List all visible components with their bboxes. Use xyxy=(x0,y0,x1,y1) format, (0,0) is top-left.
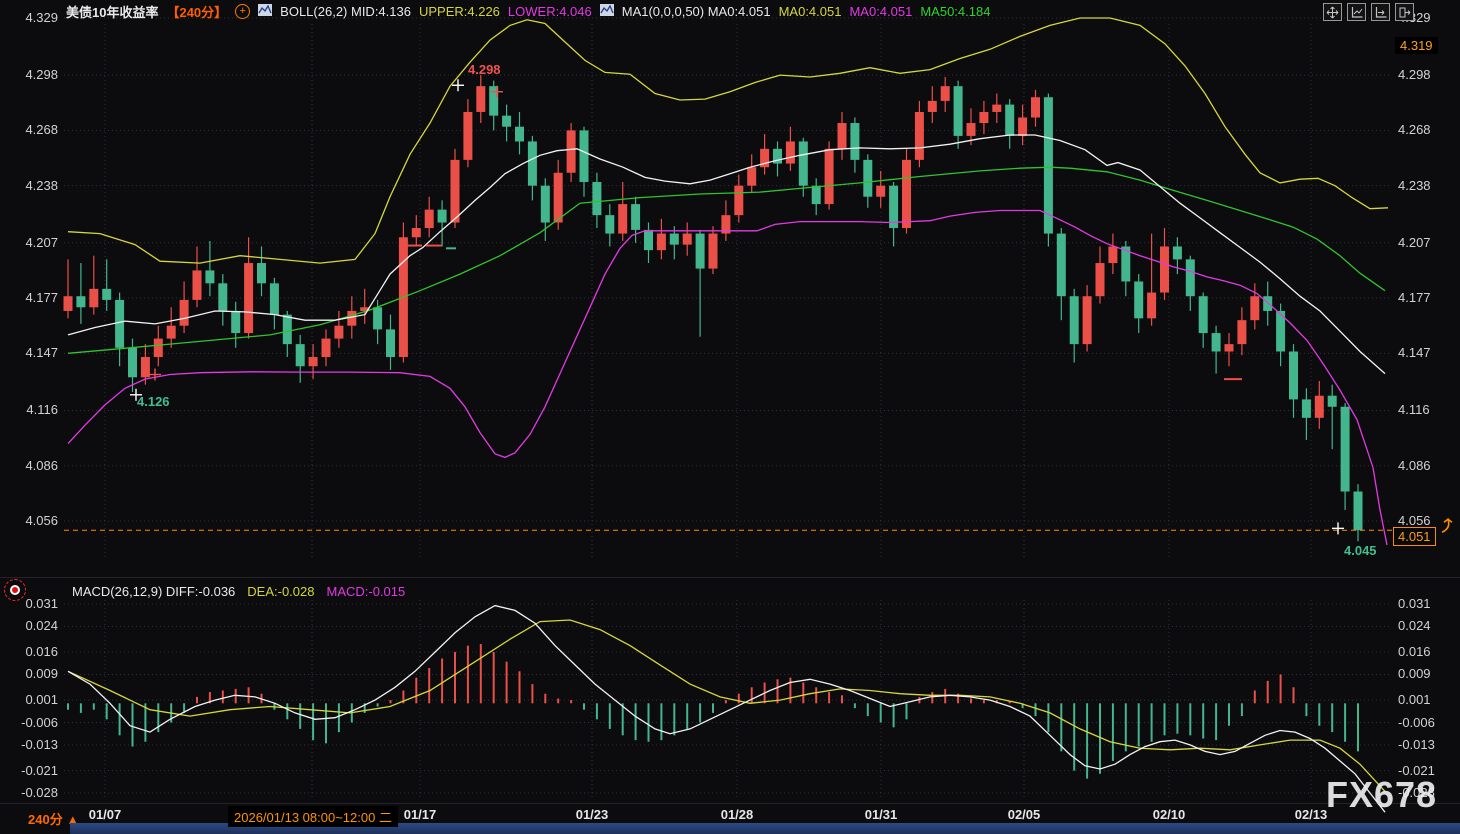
ma-magenta-label: MA0:4.051 xyxy=(849,3,913,19)
last-low-annotation: 4.045 xyxy=(1344,543,1377,558)
macd-axis-label: 0.001 xyxy=(25,692,58,708)
move-tool-icon[interactable] xyxy=(1323,3,1342,21)
macd-axis-label: 0.016 xyxy=(1398,644,1431,660)
axis-divider xyxy=(0,803,1460,804)
period-label[interactable]: 【240分】 xyxy=(166,2,227,21)
instrument-title: 美债10年收益率 xyxy=(66,4,159,20)
price-axis-label: 4.298 xyxy=(1398,67,1431,83)
macd-axis-label: -0.021 xyxy=(21,762,58,778)
add-indicator-icon[interactable]: + xyxy=(235,3,251,19)
price-axis-label: 4.207 xyxy=(1398,234,1431,250)
chart-toolbar xyxy=(1323,3,1414,21)
price-axis-label: 4.116 xyxy=(1398,402,1430,418)
price-axis-label: 4.147 xyxy=(1398,345,1431,361)
macd-dea-label: DEA:-0.028 xyxy=(247,584,315,599)
macd-header: MACD(26,12,9) DIFF:-0.036 DEA:-0.028 MAC… xyxy=(72,584,405,599)
ma-indicator-icon[interactable] xyxy=(599,3,614,19)
macd-axis-label: 0.009 xyxy=(25,666,58,682)
date-axis-label: 02/05 xyxy=(1007,807,1041,822)
price-axis-label: 4.116 xyxy=(26,402,58,418)
macd-axis-label: -0.013 xyxy=(1398,736,1435,752)
price-axis-label: 4.298 xyxy=(25,67,58,83)
macd-axis-label: 0.001 xyxy=(1398,692,1431,708)
date-axis-label: 01/07 xyxy=(88,807,122,822)
indicator-target-icon[interactable] xyxy=(4,579,26,601)
price-axis-label: 4.268 xyxy=(25,122,58,138)
ma-values-label: MA1(0,0,0,50) MA0:4.051 xyxy=(621,3,771,19)
boll-upper-label: UPPER:4.226 xyxy=(418,3,500,19)
ma-yellow-label: MA0:4.051 xyxy=(778,3,842,19)
ma50-label: MA50:4.184 xyxy=(920,3,991,19)
macd-axis-label: 0.024 xyxy=(1398,618,1431,634)
date-axis-label: 01/28 xyxy=(720,807,754,822)
last-price-badge: 4.051 xyxy=(1393,527,1436,546)
y-axis-scale-icon[interactable] xyxy=(1347,3,1366,21)
collapse-panel-icon[interactable] xyxy=(1395,3,1414,21)
macd-axis-label: 0.024 xyxy=(25,618,58,634)
price-axis-label: 4.268 xyxy=(1398,122,1431,138)
macd-axis-label: 0.009 xyxy=(1398,666,1431,682)
price-axis-label: 4.238 xyxy=(25,177,58,193)
macd-axis-label: -0.013 xyxy=(21,736,58,752)
price-axis-label: 4.086 xyxy=(25,457,58,473)
price-axis-label: 4.056 xyxy=(1398,513,1431,528)
macd-macd-label: MACD:-0.015 xyxy=(326,584,406,599)
selected-bar-timestamp: 2026/01/13 08:00~12:00 二 xyxy=(228,806,398,827)
date-axis-label: 01/23 xyxy=(575,807,609,822)
target-dot-icon xyxy=(10,585,20,595)
panel-divider xyxy=(0,577,1460,578)
macd-axis-label: -0.028 xyxy=(21,785,58,800)
high-price-badge: 4.319 xyxy=(1395,37,1438,54)
price-axis-label: 4.147 xyxy=(25,345,58,361)
x-axis-pan-icon[interactable] xyxy=(1371,3,1390,21)
boll-values-label: BOLL(26,2) MID:4.136 xyxy=(280,3,411,19)
date-axis-label: 01/17 xyxy=(403,807,437,822)
price-axis-label: 4.086 xyxy=(1398,457,1431,473)
price-axis-label: 4.329 xyxy=(25,10,58,25)
trading-chart-app: 美债10年收益率 【240分】 + BOLL(26,2) MID:4.136 U… xyxy=(0,0,1460,834)
boll-lower-label: LOWER:4.046 xyxy=(507,3,592,19)
macd-axis-label: -0.006 xyxy=(21,714,58,730)
price-axis-label: 4.238 xyxy=(1398,177,1431,193)
chart-canvas[interactable] xyxy=(0,0,1460,834)
macd-axis-label: 0.016 xyxy=(25,644,58,660)
boll-indicator-icon[interactable] xyxy=(258,3,273,19)
macd-diff-label: MACD(26,12,9) DIFF:-0.036 xyxy=(72,584,236,599)
watermark: FX678 xyxy=(1326,774,1438,815)
price-axis-label: 4.207 xyxy=(25,234,58,250)
price-axis-label: 4.177 xyxy=(25,290,58,306)
high-annotation: 4.298 xyxy=(468,62,501,77)
date-axis-label: 01/31 xyxy=(864,807,898,822)
macd-axis-label: -0.006 xyxy=(1398,714,1435,730)
chart-header: 美债10年收益率 【240分】 + BOLL(26,2) MID:4.136 U… xyxy=(66,0,990,22)
price-axis-label: 4.177 xyxy=(1398,290,1431,306)
date-axis-label: 02/13 xyxy=(1294,807,1328,822)
macd-axis-label: 0.031 xyxy=(1398,596,1431,611)
date-axis-label: 02/10 xyxy=(1152,807,1186,822)
price-axis-label: 4.056 xyxy=(25,513,58,528)
low-annotation: 4.126 xyxy=(137,394,170,409)
